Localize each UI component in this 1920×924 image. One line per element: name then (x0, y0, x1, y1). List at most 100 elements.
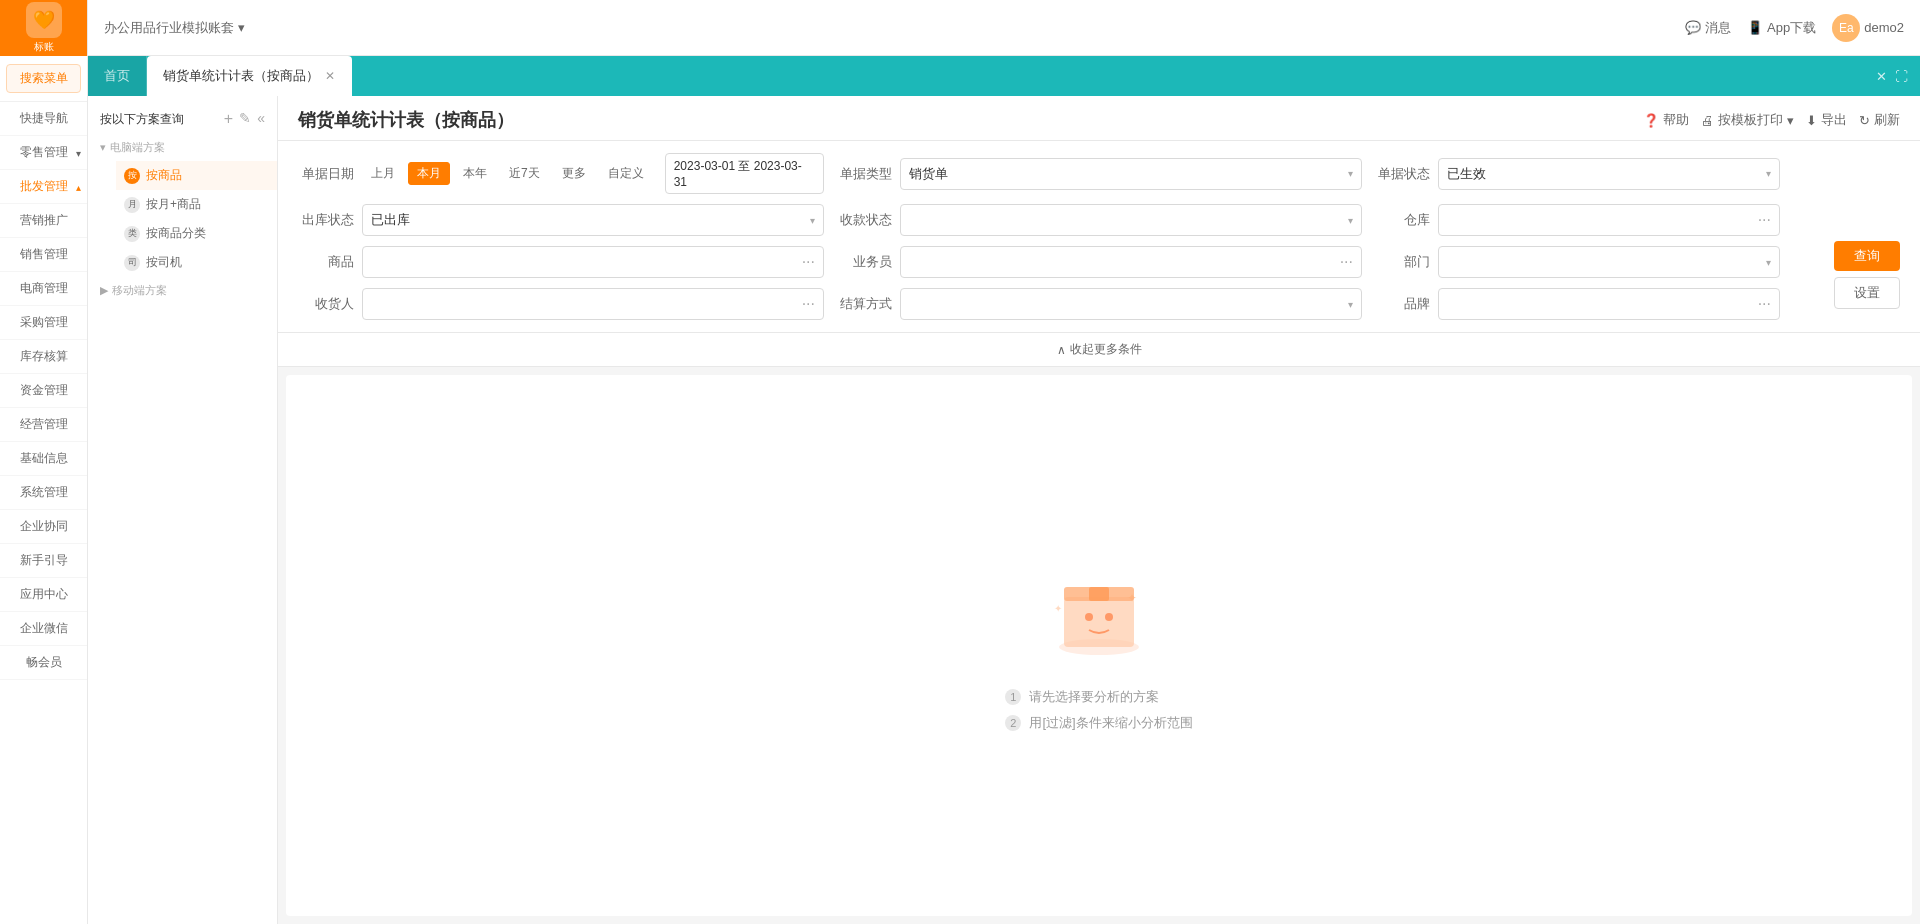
template-print-button[interactable]: 🖨 按模板打印 ▾ (1701, 111, 1794, 129)
tree-mobile-section[interactable]: ▶ 移动端方案 (88, 277, 277, 304)
app-download-label: App下载 (1767, 19, 1816, 37)
user-name: demo2 (1864, 20, 1904, 35)
step-1-label: 请先选择要分析的方案 (1029, 688, 1159, 706)
date-tab-this-month[interactable]: 本月 (408, 162, 450, 185)
retail-arrow: ▾ (76, 147, 81, 158)
brand-label: 品牌 (1374, 295, 1430, 313)
maximize-icon[interactable]: ⛶ (1895, 69, 1908, 84)
receiver-label: 收货人 (298, 295, 354, 313)
logo-text: 标账 (34, 40, 54, 54)
brand-dots: ··· (1758, 295, 1771, 313)
app-logo[interactable]: 🧡 标账 (0, 0, 87, 56)
out-status-value: 已出库 (371, 211, 806, 229)
filter-date: 单据日期 上月 本月 本年 近7天 更多 自定义 20 (298, 153, 824, 194)
sidebar-item-sales-mgmt[interactable]: 销售管理 (0, 238, 87, 272)
date-tab-7-days[interactable]: 近7天 (500, 162, 549, 185)
sidebar-item-inventory[interactable]: 库存核算 (0, 340, 87, 374)
dropdown-icon: ▾ (238, 20, 245, 35)
dept-control[interactable]: ▾ (1438, 246, 1780, 278)
edit-scheme-button[interactable]: ✎ (239, 110, 251, 128)
sidebar-item-retail[interactable]: 零售管理 ▾ (0, 136, 87, 170)
close-window-icon[interactable]: ✕ (1876, 69, 1887, 84)
sidebar-item-ops[interactable]: 经营管理 (0, 408, 87, 442)
doc-type-value: 销货单 (909, 165, 1344, 183)
export-button[interactable]: ⬇ 导出 (1806, 111, 1847, 129)
apps-label: 应用中心 (4, 586, 83, 603)
staff-dots: ··· (1340, 253, 1353, 271)
dept-label: 部门 (1374, 253, 1430, 271)
app-download-button[interactable]: 📱 App下载 (1747, 19, 1816, 37)
sidebar-item-finance[interactable]: 资金管理 (0, 374, 87, 408)
sidebar-item-marketing[interactable]: 营销推广 (0, 204, 87, 238)
warehouse-control[interactable]: ··· (1438, 204, 1780, 236)
sidebar-item-guide[interactable]: 新手引导 (0, 544, 87, 578)
payment-control[interactable]: ▾ (900, 288, 1362, 320)
svg-point-5 (1105, 613, 1113, 621)
marketing-label: 营销推广 (4, 212, 83, 229)
date-tab-this-year[interactable]: 本年 (454, 162, 496, 185)
sidebar-item-system[interactable]: 系统管理 (0, 476, 87, 510)
print-icon: 🖨 (1701, 113, 1714, 128)
sidebar-item-apps[interactable]: 应用中心 (0, 578, 87, 612)
corp-label: 企业协同 (4, 518, 83, 535)
tree-icon-by-company: 司 (124, 255, 140, 271)
query-button[interactable]: 查询 (1834, 241, 1900, 271)
goods-label: 商品 (298, 253, 354, 271)
sidebar-item-purchase[interactable]: 采购管理 (0, 306, 87, 340)
sidebar-item-member[interactable]: 畅会员 (0, 646, 87, 680)
sidebar-item-basic[interactable]: 基础信息 (0, 442, 87, 476)
doc-status-label: 单据状态 (1374, 165, 1430, 183)
tree-item-by-goods[interactable]: 按 按商品 (116, 161, 277, 190)
breadcrumb-dropdown[interactable]: 办公用品行业模拟账套 ▾ (104, 19, 245, 37)
out-status-label: 出库状态 (298, 211, 354, 229)
staff-control[interactable]: ··· (900, 246, 1362, 278)
brand-control[interactable]: ··· (1438, 288, 1780, 320)
receiver-control[interactable]: ··· (362, 288, 824, 320)
goods-control[interactable]: ··· (362, 246, 824, 278)
user-menu[interactable]: Ea demo2 (1832, 14, 1904, 42)
tree-pc-section[interactable]: ▾ 电脑端方案 (88, 134, 277, 161)
collect-status-control[interactable]: ▾ (900, 204, 1362, 236)
out-status-control[interactable]: 已出库 ▾ (362, 204, 824, 236)
sidebar-item-wholesale[interactable]: 批发管理 ▴ (0, 170, 87, 204)
help-button[interactable]: ❓ 帮助 (1643, 111, 1689, 129)
inventory-label: 库存核算 (4, 348, 83, 365)
out-status-arrow: ▾ (810, 215, 815, 226)
settings-button[interactable]: 设置 (1834, 277, 1900, 309)
finance-label: 资金管理 (4, 382, 83, 399)
left-panel-actions: + ✎ « (224, 110, 265, 128)
collapse-panel-button[interactable]: « (257, 110, 265, 128)
message-button[interactable]: 💬 消息 (1685, 19, 1731, 37)
tab-home[interactable]: 首页 (88, 56, 147, 96)
refresh-button[interactable]: ↻ 刷新 (1859, 111, 1900, 129)
tab-maximize-area: ✕ ⛶ (1864, 69, 1920, 84)
collapse-more-button[interactable]: ∧ 收起更多条件 (1045, 339, 1154, 360)
date-tab-more[interactable]: 更多 (553, 162, 595, 185)
doc-type-arrow: ▾ (1348, 168, 1353, 179)
filter-row-1: 单据日期 上月 本月 本年 近7天 更多 自定义 20 (298, 153, 1900, 194)
main-area: 办公用品行业模拟账套 ▾ 💬 消息 📱 App下载 Ea demo2 首页 销货… (88, 0, 1920, 924)
sidebar-item-ecommerce[interactable]: 电商管理 (0, 272, 87, 306)
add-scheme-button[interactable]: + (224, 110, 233, 128)
date-tab-custom[interactable]: 自定义 (599, 162, 653, 185)
retail-label: 零售管理 (4, 144, 83, 161)
tree-item-by-category[interactable]: 类 按商品分类 (116, 219, 277, 248)
sidebar-item-wechat[interactable]: 企业微信 (0, 612, 87, 646)
sidebar-item-quick-nav[interactable]: 快捷导航 (0, 102, 87, 136)
tree-item-by-month-goods[interactable]: 月 按月+商品 (116, 190, 277, 219)
sidebar-item-corp[interactable]: 企业协同 (0, 510, 87, 544)
doc-type-control[interactable]: 销货单 ▾ (900, 158, 1362, 190)
search-menu-button[interactable]: 搜索菜单 (6, 64, 81, 93)
tab-sales-stat[interactable]: 销货单统计计表（按商品） ✕ (147, 56, 352, 96)
tree-item-by-company[interactable]: 司 按司机 (116, 248, 277, 277)
date-range-input[interactable]: 2023-03-01 至 2023-03-31 (665, 153, 824, 194)
filter-area: 单据日期 上月 本月 本年 近7天 更多 自定义 20 (278, 141, 1920, 333)
date-tab-last-month[interactable]: 上月 (362, 162, 404, 185)
header-right: 💬 消息 📱 App下载 Ea demo2 (1685, 14, 1904, 42)
doc-status-control[interactable]: 已生效 ▾ (1438, 158, 1780, 190)
system-label: 系统管理 (4, 484, 83, 501)
breadcrumb-text: 办公用品行业模拟账套 (104, 19, 234, 37)
template-print-label: 按模板打印 (1718, 111, 1783, 129)
tab-close-button[interactable]: ✕ (325, 69, 335, 83)
quick-nav-label: 快捷导航 (4, 110, 83, 127)
